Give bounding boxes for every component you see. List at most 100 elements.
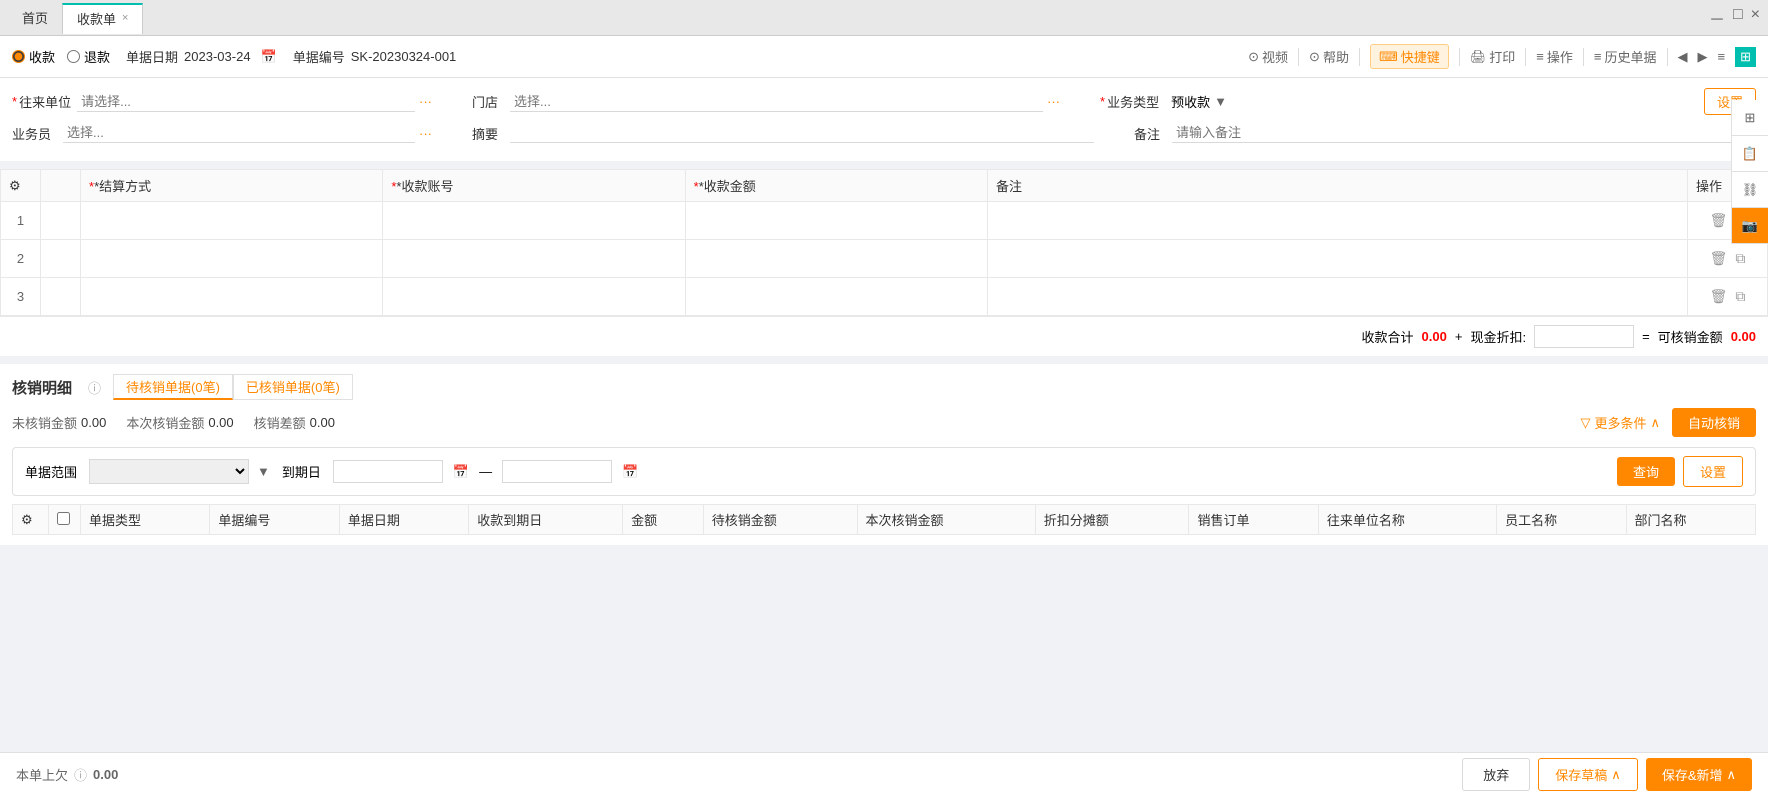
staff-input[interactable] <box>63 123 415 143</box>
row-1-no-extra <box>41 202 81 240</box>
verif-col-checkbox[interactable] <box>49 505 81 535</box>
query-button[interactable]: 查询 <box>1617 457 1675 486</box>
row-3-settlement[interactable] <box>81 278 383 316</box>
row-2-settlement[interactable] <box>81 240 383 278</box>
summary-label: 摘要 <box>472 124 498 143</box>
data-table-wrap: ⚙ **结算方式 **收款账号 **收款金额 备注 操作 1 🗑 <box>0 169 1768 316</box>
prev-info-icon[interactable]: ⓘ <box>74 765 87 784</box>
summary-input[interactable] <box>510 123 1094 143</box>
settings-button[interactable]: 设置 <box>1683 456 1743 487</box>
radio-receipt[interactable]: 收款 <box>12 47 55 66</box>
table-settings-icon[interactable]: ⚙ <box>9 178 21 193</box>
due-end-calendar-icon[interactable]: 📅 <box>622 464 638 480</box>
row-2-account[interactable] <box>383 240 685 278</box>
row-3-delete-icon[interactable]: 🗑 <box>1710 288 1728 305</box>
date-value[interactable]: 2023-03-24 <box>184 49 251 64</box>
due-start-input[interactable]: 2022-04-01 <box>333 460 443 483</box>
discount-input[interactable] <box>1534 325 1634 348</box>
save-draft-button[interactable]: 保存草稿 ∧ <box>1538 758 1638 791</box>
number-value[interactable]: SK-20230324-001 <box>351 49 457 64</box>
nav-prev-icon[interactable]: ◀ <box>1678 49 1688 65</box>
remark-input[interactable] <box>1172 123 1756 143</box>
toolbar-actions: ⊙ 视频 ⊙ 帮助 ⌨ 快捷键 🖨 打印 ≡ 操作 ≡ 历史单据 ◀ ▶ ≡ ⊞ <box>1248 44 1756 69</box>
row-2-copy-icon[interactable]: ⧉ <box>1735 250 1745 267</box>
number-field: 单据编号 SK-20230324-001 <box>293 47 457 66</box>
abandon-button[interactable]: 放弃 <box>1462 758 1530 791</box>
remark-label: 备注 <box>1134 124 1160 143</box>
due-start-calendar-icon[interactable]: 📅 <box>453 464 469 480</box>
business-type-dropdown-icon[interactable]: ▼ <box>1214 94 1227 109</box>
tab-home[interactable]: 首页 <box>8 2 62 33</box>
table-row: 2 🗑 ⧉ <box>1 240 1768 278</box>
sidebar-camera-icon[interactable]: 📷 <box>1732 208 1768 244</box>
video-btn[interactable]: ⊙ 视频 <box>1248 47 1288 66</box>
range-dropdown-icon[interactable]: ▼ <box>257 464 270 479</box>
stat-uncancelled: 未核销金额 0.00 <box>12 413 106 432</box>
verif-col-dept: 部门名称 <box>1626 505 1756 535</box>
row-2-remark[interactable] <box>988 240 1688 278</box>
verif-col-date: 单据日期 <box>339 505 468 535</box>
save-new-button[interactable]: 保存&新增 ∧ <box>1646 758 1752 791</box>
calendar-icon[interactable]: 📅 <box>261 49 277 65</box>
operate-btn[interactable]: ≡ 操作 <box>1536 47 1573 66</box>
layout-icon-2[interactable]: ⊞ <box>1735 47 1756 67</box>
select-all-checkbox[interactable] <box>57 512 70 525</box>
row-3-amount[interactable] <box>685 278 987 316</box>
receipt-table: ⚙ **结算方式 **收款账号 **收款金额 备注 操作 1 🗑 <box>0 169 1768 316</box>
counterparty-more-btn[interactable]: ··· <box>419 94 432 109</box>
row-1-amount[interactable] <box>685 202 987 240</box>
help-btn[interactable]: ⊙ 帮助 <box>1309 47 1349 66</box>
range-select[interactable] <box>89 459 249 484</box>
save-draft-chevron[interactable]: ∧ <box>1611 767 1621 783</box>
counterparty-input[interactable] <box>77 92 415 112</box>
minimize-icon[interactable]: － <box>1709 6 1725 30</box>
verif-tabs: 待核销单据(0笔) 已核销单据(0笔) <box>113 374 353 400</box>
form-row-2: 业务员 ··· 摘要 备注 <box>12 123 1756 143</box>
sidebar-table-icon[interactable]: ⊞ <box>1732 100 1768 136</box>
row-1-remark[interactable] <box>988 202 1688 240</box>
staff-more-btn[interactable]: ··· <box>419 126 432 141</box>
due-end-input[interactable]: 2022-04-12 <box>502 460 612 483</box>
stat-diff: 核销差额 0.00 <box>254 413 335 432</box>
verif-info-icon[interactable]: ⓘ <box>88 378 101 397</box>
tab-receipt[interactable]: 收款单 × <box>62 3 143 34</box>
window-close-icon[interactable]: × <box>1751 6 1760 30</box>
sidebar-link-icon[interactable]: ⛓ <box>1732 172 1768 208</box>
shortcut-btn[interactable]: ⌨ 快捷键 <box>1370 44 1449 69</box>
row-1-delete-icon[interactable]: 🗑 <box>1710 212 1728 229</box>
row-2-amount[interactable] <box>685 240 987 278</box>
verif-col-due: 收款到期日 <box>469 505 623 535</box>
row-1-settlement[interactable] <box>81 202 383 240</box>
bottom-bar: 本单上欠 ⓘ 0.00 放弃 保存草稿 ∧ 保存&新增 ∧ <box>0 752 1768 796</box>
row-1-account[interactable] <box>383 202 685 240</box>
layout-icon-1[interactable]: ≡ <box>1718 49 1726 64</box>
maximize-icon[interactable]: □ <box>1733 6 1743 30</box>
print-btn[interactable]: 🖨 打印 <box>1470 47 1516 66</box>
store-more-btn[interactable]: ··· <box>1047 94 1060 109</box>
chevron-up-icon: ∧ <box>1650 415 1660 431</box>
table-settings-col[interactable]: ⚙ <box>1 170 41 202</box>
verif-col-number: 单据编号 <box>210 505 339 535</box>
tab-close-icon[interactable]: × <box>122 12 128 24</box>
range-field: 单据范围 ▼ <box>25 459 270 484</box>
row-3-copy-icon[interactable]: ⧉ <box>1735 288 1745 305</box>
save-new-chevron[interactable]: ∧ <box>1726 767 1736 783</box>
tab-home-label: 首页 <box>22 8 48 27</box>
auto-btn[interactable]: 自动核销 <box>1672 408 1756 437</box>
verif-col-settings[interactable]: ⚙ <box>13 505 49 535</box>
verif-col-current: 本次核销金额 <box>857 505 1035 535</box>
col-header-remark: 备注 <box>988 170 1688 202</box>
sidebar-doc-icon[interactable]: 📋 <box>1732 136 1768 172</box>
row-2-delete-icon[interactable]: 🗑 <box>1710 250 1728 267</box>
verif-table-settings-icon[interactable]: ⚙ <box>21 512 33 527</box>
radio-refund[interactable]: 退款 <box>67 47 110 66</box>
row-3-remark[interactable] <box>988 278 1688 316</box>
store-input[interactable] <box>510 92 1043 112</box>
more-conditions-btn[interactable]: ▽ 更多条件 ∧ <box>1580 413 1660 432</box>
row-3-account[interactable] <box>383 278 685 316</box>
tab-pending[interactable]: 待核销单据(0笔) <box>113 374 233 400</box>
diff-label: 核销差额 <box>254 413 306 432</box>
history-btn[interactable]: ≡ 历史单据 <box>1594 47 1657 66</box>
tab-done[interactable]: 已核销单据(0笔) <box>233 374 353 400</box>
nav-next-icon[interactable]: ▶ <box>1698 49 1708 65</box>
